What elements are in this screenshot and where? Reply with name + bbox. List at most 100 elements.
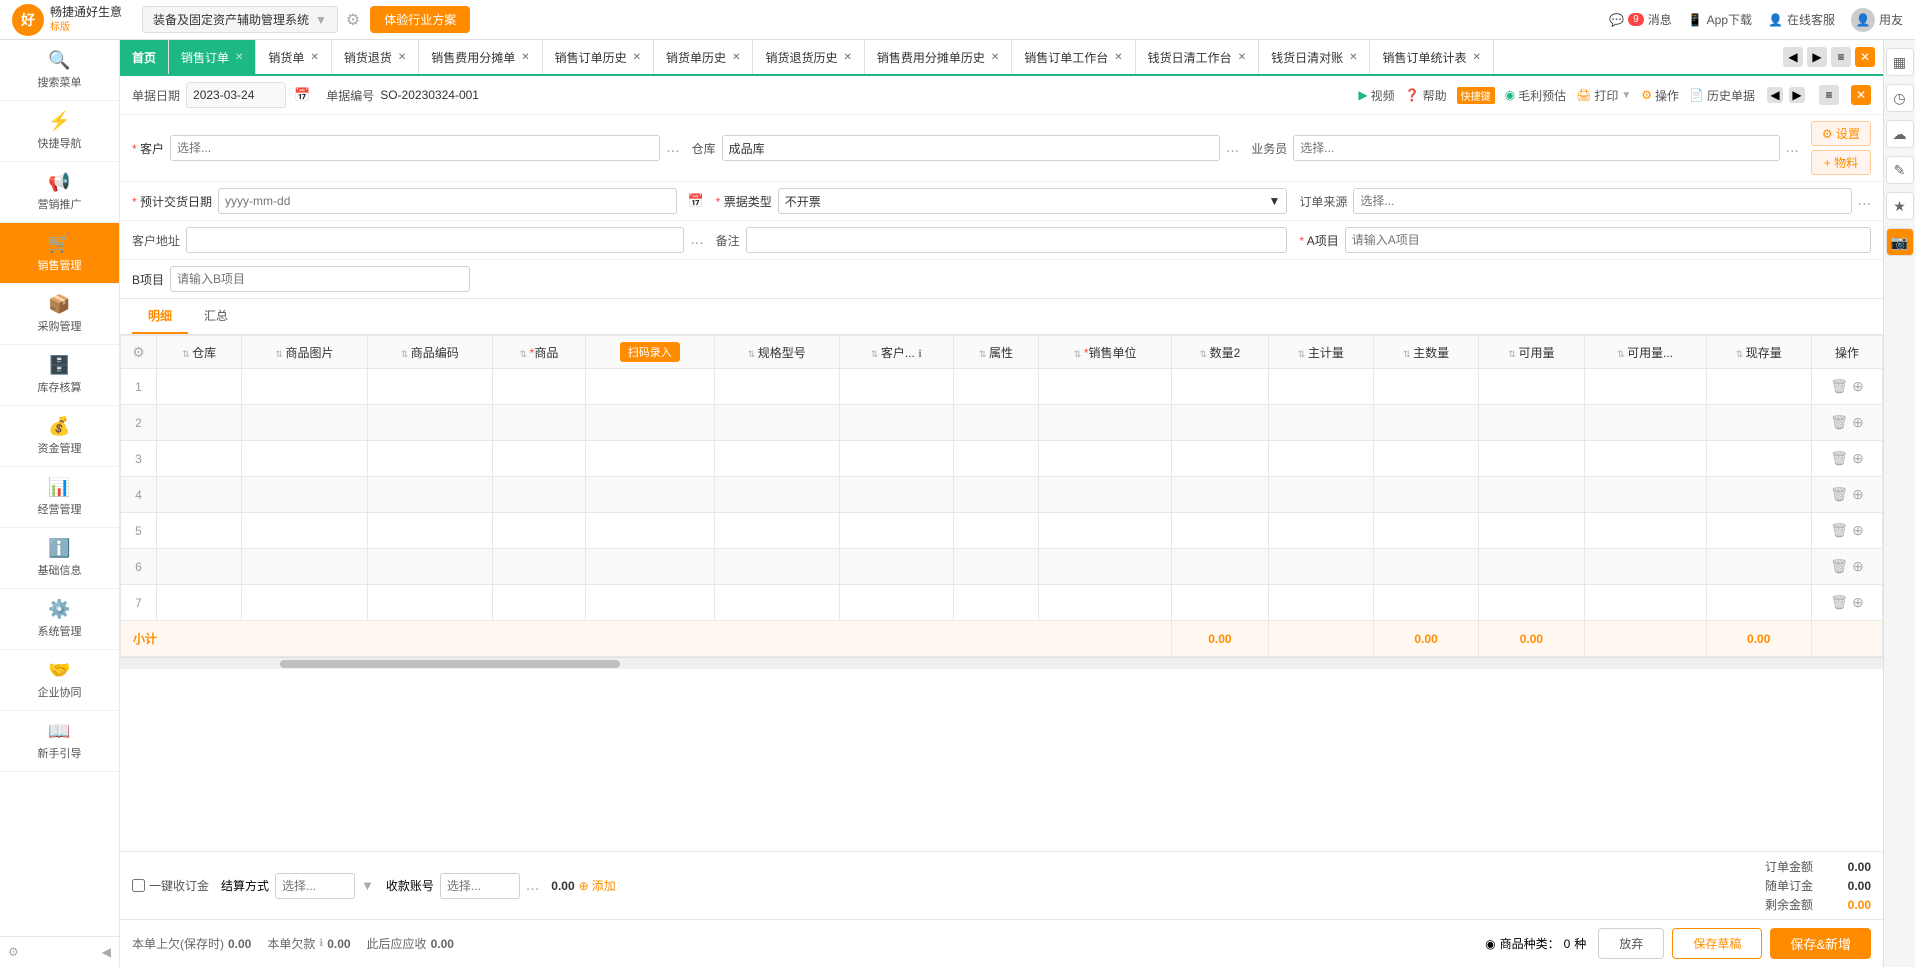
quick-settle-checkbox[interactable]	[132, 879, 145, 892]
tab-sales-order[interactable]: 销售订单 ✕	[169, 40, 256, 75]
tab-next-btn[interactable]: ▶	[1807, 47, 1827, 67]
sidebar-item-inventory[interactable]: 🗄️ 库存核算	[0, 345, 119, 406]
sidebar-item-sales[interactable]: 🛒 销售管理	[0, 223, 119, 284]
scroll-bar-area[interactable]	[120, 657, 1883, 669]
close-tab-icon[interactable]: ✕	[521, 52, 529, 63]
warehouse-input[interactable]	[722, 135, 1220, 161]
save-new-btn[interactable]: 保存&新增	[1770, 928, 1871, 959]
print-btn[interactable]: 🖨 打印 ▼	[1576, 87, 1631, 104]
add-btn[interactable]: ⊕ 添加	[579, 877, 616, 894]
tab-detail[interactable]: 明细	[132, 299, 188, 334]
sidebar-item-nav[interactable]: ⚡ 快捷导航	[0, 101, 119, 162]
app-download-btn[interactable]: 📱 App下载	[1688, 11, 1752, 28]
tab-sales-invoice[interactable]: 销货单 ✕	[256, 40, 331, 75]
close-tab-icon[interactable]: ✕	[732, 52, 740, 63]
tab-workbench[interactable]: 销售订单工作台 ✕	[1012, 40, 1135, 75]
sidebar-item-finance[interactable]: 💰 资金管理	[0, 406, 119, 467]
list-view-btn[interactable]: ≡	[1819, 85, 1839, 105]
tab-summary[interactable]: 汇总	[188, 299, 244, 334]
close-tab-icon[interactable]: ✕	[843, 52, 851, 63]
tab-home[interactable]: 首页	[120, 40, 169, 75]
settings-btn[interactable]: ⚙ 设置	[1811, 121, 1871, 146]
sidebar-item-marketing[interactable]: 📢 营销推广	[0, 162, 119, 223]
row-copy-icon[interactable]: ⊕	[1852, 414, 1864, 431]
row-delete-icon[interactable]: 🗑	[1830, 558, 1848, 575]
row-copy-icon[interactable]: ⊕	[1852, 522, 1864, 539]
close-tab-icon[interactable]: ✕	[1349, 52, 1357, 63]
rp-icon-4[interactable]: ✎	[1886, 156, 1914, 184]
row-delete-icon[interactable]: 🗑	[1830, 594, 1848, 611]
order-source-input[interactable]	[1353, 188, 1851, 214]
project-b-input[interactable]	[170, 266, 470, 292]
date-value[interactable]: 2023-03-24	[186, 82, 286, 108]
tab-order-history[interactable]: 销售订单历史 ✕	[543, 40, 654, 75]
row-copy-icon[interactable]: ⊕	[1852, 486, 1864, 503]
close-tab-icon[interactable]: ✕	[1114, 52, 1122, 63]
row-delete-icon[interactable]: 🗑	[1830, 486, 1848, 503]
tab-daily-clear[interactable]: 钱货日清工作台 ✕	[1136, 40, 1259, 75]
save-draft-btn[interactable]: 保存草稿	[1672, 928, 1762, 959]
salesperson-input[interactable]	[1293, 135, 1779, 161]
industry-btn[interactable]: 体验行业方案	[370, 6, 470, 33]
customer-ellipsis-btn[interactable]: ...	[666, 139, 679, 157]
settle-dropdown-icon[interactable]: ▼	[361, 878, 374, 893]
table-settings-icon[interactable]: ⚙	[132, 344, 145, 360]
tab-fee-split[interactable]: 销售费用分摊单 ✕	[419, 40, 542, 75]
close-doc-btn[interactable]: ✕	[1851, 85, 1871, 105]
tab-fee-history[interactable]: 销售费用分摊单历史 ✕	[865, 40, 1012, 75]
scroll-track[interactable]	[280, 660, 620, 668]
row-copy-icon[interactable]: ⊕	[1852, 450, 1864, 467]
online-service-btn[interactable]: 👤 在线客服	[1768, 11, 1835, 28]
row-copy-icon[interactable]: ⊕	[1852, 594, 1864, 611]
video-btn[interactable]: ▶ 视频	[1358, 87, 1394, 104]
row-delete-icon[interactable]: 🗑	[1830, 378, 1848, 395]
rp-icon-5[interactable]: ★	[1886, 192, 1914, 220]
tab-prev-btn[interactable]: ◀	[1783, 47, 1803, 67]
calendar-icon[interactable]: 📅	[294, 87, 310, 103]
close-tab-icon[interactable]: ✕	[310, 52, 318, 63]
delivery-date-input[interactable]	[218, 188, 677, 214]
sidebar-item-guide[interactable]: 📖 新手引导	[0, 711, 119, 772]
rp-icon-6[interactable]: 📷	[1886, 228, 1914, 256]
close-tab-icon[interactable]: ✕	[398, 52, 406, 63]
sidebar-item-system[interactable]: ⚙️ 系统管理	[0, 589, 119, 650]
add-goods-btn[interactable]: + 物料	[1811, 150, 1871, 175]
settings-icon[interactable]: ⚙	[346, 10, 360, 30]
close-tab-icon[interactable]: ✕	[1238, 52, 1246, 63]
help-btn[interactable]: ❓ 帮助	[1405, 87, 1447, 104]
print-dropdown-icon[interactable]: ▼	[1621, 90, 1631, 101]
sidebar-settings-icon[interactable]: ⚙	[8, 945, 19, 959]
row-copy-icon[interactable]: ⊕	[1852, 378, 1864, 395]
address-ellipsis-btn[interactable]: ...	[690, 231, 703, 249]
tab-stats[interactable]: 销售订单统计表 ✕	[1370, 40, 1493, 75]
rp-icon-3[interactable]: ☁	[1886, 120, 1914, 148]
discard-btn[interactable]: 放弃	[1598, 928, 1664, 959]
account-ellipsis-btn[interactable]: ...	[526, 877, 539, 895]
th-settings[interactable]: ⚙	[121, 336, 157, 369]
system-selector[interactable]: 装备及固定资产辅助管理系统 ▼	[142, 6, 338, 33]
profit-btn[interactable]: ◉ 毛利预估	[1505, 87, 1567, 104]
customer-address-input[interactable]	[186, 227, 684, 253]
message-btn[interactable]: 💬 9 消息	[1609, 11, 1672, 28]
user-area[interactable]: 👤 用友	[1851, 8, 1903, 32]
th-scan[interactable]: 扫码录入	[586, 336, 715, 369]
sidebar-item-purchase[interactable]: 📦 采购管理	[0, 284, 119, 345]
sidebar-item-basic-info[interactable]: ℹ️ 基础信息	[0, 528, 119, 589]
scan-btn[interactable]: 扫码录入	[620, 342, 680, 362]
row-delete-icon[interactable]: 🗑	[1830, 450, 1848, 467]
sidebar-item-enterprise[interactable]: 🤝 企业协同	[0, 650, 119, 711]
sidebar-collapse-icon[interactable]: ◀	[102, 945, 111, 959]
sidebar-item-search[interactable]: 🔍 搜索菜单	[0, 40, 119, 101]
tab-close-all-btn[interactable]: ✕	[1855, 47, 1875, 67]
history-prev-btn[interactable]: ◀	[1767, 87, 1783, 103]
delivery-calendar-icon[interactable]: 📅	[687, 193, 703, 209]
account-input[interactable]	[440, 873, 520, 899]
settle-method-input[interactable]	[275, 873, 355, 899]
close-tab-icon[interactable]: ✕	[633, 52, 641, 63]
close-tab-icon[interactable]: ✕	[235, 52, 243, 63]
tab-return-history[interactable]: 销货退货历史 ✕	[753, 40, 864, 75]
tab-invoice-history[interactable]: 销货单历史 ✕	[654, 40, 753, 75]
sidebar-item-operations[interactable]: 📊 经营管理	[0, 467, 119, 528]
tab-returns[interactable]: 销货退货 ✕	[332, 40, 419, 75]
row-delete-icon[interactable]: 🗑	[1830, 522, 1848, 539]
